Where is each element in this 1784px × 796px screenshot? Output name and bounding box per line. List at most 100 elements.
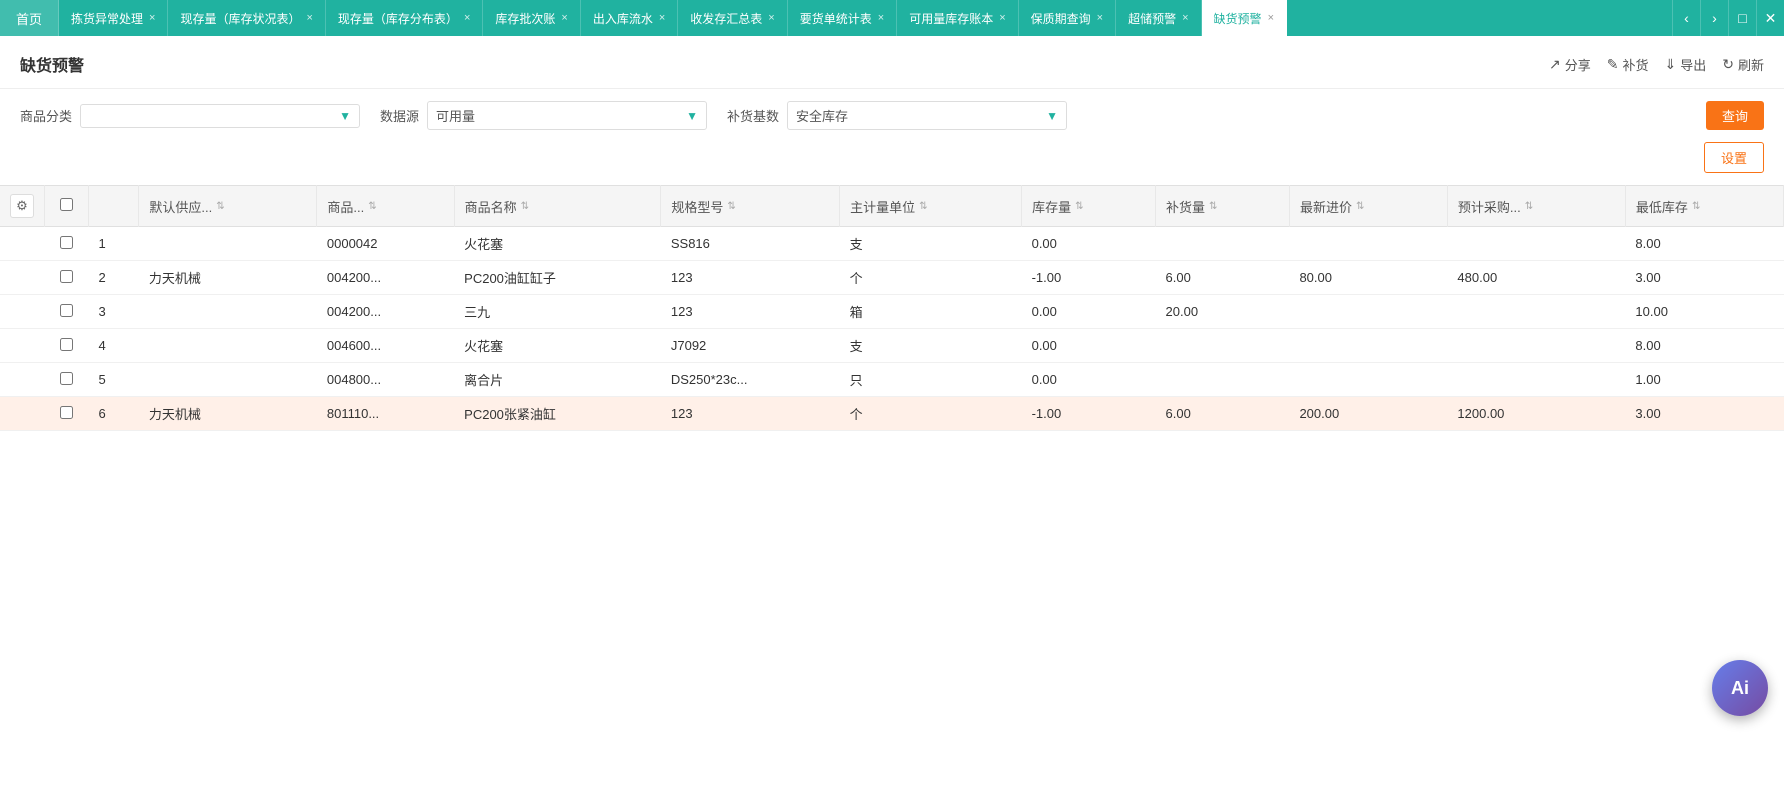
select-all-checkbox[interactable] (60, 198, 73, 211)
th-product-name[interactable]: 商品名称 ⇅ (454, 186, 661, 227)
tab-demand-stats[interactable]: 要货单统计表 × (788, 0, 897, 36)
cell-replenish: 6.00 (1156, 261, 1290, 295)
th-settings[interactable]: ⚙ (0, 186, 45, 227)
tab-receipt-summary[interactable]: 收发存汇总表 × (678, 0, 787, 36)
cell-supplier (139, 295, 317, 329)
th-latest-price[interactable]: 最新进价 ⇅ (1289, 186, 1447, 227)
tab-exception[interactable]: 拣货异常处理 × (59, 0, 168, 36)
cell-name: 火花塞 (454, 329, 661, 363)
cell-rownum: 2 (89, 261, 139, 295)
cell-replenish (1156, 227, 1290, 261)
tab-available-ledger[interactable]: 可用量库存账本 × (897, 0, 1018, 36)
tab-inventory-status-close[interactable]: × (306, 12, 312, 24)
basis-select[interactable]: 安全库存 ▼ (787, 101, 1067, 130)
header-actions: ↗ 分享 ✎ 补货 ⇓ 导出 ↻ 刷新 (1549, 55, 1764, 74)
th-product-code[interactable]: 商品... ⇅ (317, 186, 454, 227)
tab-batch[interactable]: 库存批次账 × (483, 0, 580, 36)
tab-receipt-summary-close[interactable]: × (768, 12, 774, 24)
cell-checkbox[interactable] (45, 329, 89, 363)
tab-batch-close[interactable]: × (561, 12, 567, 24)
table-row: 3004200...三九123箱0.0020.0010.00 (0, 295, 1784, 329)
cell-code: 801110... (317, 397, 454, 431)
cell-settings (0, 295, 45, 329)
row-checkbox[interactable] (60, 236, 73, 249)
cell-name: PC200油缸缸子 (454, 261, 661, 295)
cell-checkbox[interactable] (45, 397, 89, 431)
category-label: 商品分类 (20, 106, 72, 125)
tab-nav-buttons: ‹ › □ ✕ (1672, 0, 1784, 36)
row-checkbox[interactable] (60, 372, 73, 385)
th-inventory[interactable]: 库存量 ⇅ (1022, 186, 1156, 227)
row-checkbox[interactable] (60, 406, 73, 419)
th-replenish-qty[interactable]: 补货量 ⇅ (1156, 186, 1290, 227)
th-unit[interactable]: 主计量单位 ⇅ (840, 186, 1022, 227)
row-checkbox[interactable] (60, 270, 73, 283)
category-select[interactable]: ▼ (80, 104, 360, 128)
row-checkbox[interactable] (60, 304, 73, 317)
tab-restore[interactable]: □ (1728, 0, 1756, 36)
cell-checkbox[interactable] (45, 295, 89, 329)
tab-inventory-status[interactable]: 现存量（库存状况表） × (168, 0, 325, 36)
sort-est-icon: ⇅ (1525, 201, 1533, 212)
tab-inout-flow-close[interactable]: × (659, 12, 665, 24)
table-body: 10000042火花塞SS816支0.008.002力天机械004200...P… (0, 227, 1784, 431)
cell-code: 004200... (317, 261, 454, 295)
cell-checkbox[interactable] (45, 227, 89, 261)
ai-assistant-button[interactable]: Ai (1712, 660, 1768, 716)
cell-est-purchase (1447, 295, 1625, 329)
datasource-select[interactable]: 可用量 ▼ (427, 101, 707, 130)
th-spec[interactable]: 规格型号 ⇅ (661, 186, 840, 227)
cell-unit: 支 (840, 329, 1022, 363)
cell-spec: SS816 (661, 227, 840, 261)
cell-est-purchase (1447, 227, 1625, 261)
tab-shortage-close[interactable]: × (1268, 12, 1274, 24)
th-default-supplier[interactable]: 默认供应... ⇅ (139, 186, 317, 227)
tab-inout-flow[interactable]: 出入库流水 × (581, 0, 678, 36)
share-button[interactable]: ↗ 分享 (1549, 55, 1591, 74)
tab-inventory-dist-close[interactable]: × (464, 12, 470, 24)
th-default-supplier-label: 默认供应... (149, 197, 212, 216)
cell-min-stock: 1.00 (1625, 363, 1783, 397)
tab-expiry-label: 保质期查询 (1031, 10, 1091, 27)
basis-chevron-icon: ▼ (1046, 109, 1058, 123)
page-title: 缺货预警 (20, 52, 1549, 76)
tab-home-label: 首页 (16, 9, 42, 28)
tab-available-ledger-close[interactable]: × (999, 12, 1005, 24)
settings-button[interactable]: 设置 (1704, 142, 1764, 173)
tab-inout-flow-label: 出入库流水 (593, 10, 653, 27)
replenish-button[interactable]: ✎ 补货 (1607, 55, 1649, 74)
query-button[interactable]: 查询 (1706, 101, 1764, 130)
cell-checkbox[interactable] (45, 261, 89, 295)
table-row: 6力天机械801110...PC200张紧油缸123个-1.006.00200.… (0, 397, 1784, 431)
tab-close-all[interactable]: ✕ (1756, 0, 1784, 36)
tab-scroll-right[interactable]: › (1700, 0, 1728, 36)
sort-inventory-icon: ⇅ (1075, 201, 1083, 212)
th-min-stock[interactable]: 最低库存 ⇅ (1625, 186, 1783, 227)
main-content: 缺货预警 ↗ 分享 ✎ 补货 ⇓ 导出 ↻ 刷新 商品分类 (0, 36, 1784, 796)
tab-expiry-close[interactable]: × (1097, 12, 1103, 24)
cell-settings (0, 329, 45, 363)
tab-demand-stats-close[interactable]: × (878, 12, 884, 24)
sort-name-icon: ⇅ (521, 201, 529, 212)
cell-supplier: 力天机械 (139, 261, 317, 295)
tab-expiry[interactable]: 保质期查询 × (1019, 0, 1116, 36)
column-settings-btn[interactable]: ⚙ (10, 194, 34, 218)
cell-unit: 个 (840, 397, 1022, 431)
tab-shortage[interactable]: 缺货预警 × (1202, 0, 1287, 36)
tab-exception-close[interactable]: × (149, 12, 155, 24)
tab-overstock[interactable]: 超储预警 × (1116, 0, 1201, 36)
tab-inventory-dist[interactable]: 现存量（库存分布表） × (326, 0, 483, 36)
tab-home[interactable]: 首页 (0, 0, 59, 36)
tab-overstock-label: 超储预警 (1128, 10, 1176, 27)
export-button[interactable]: ⇓ 导出 (1665, 55, 1707, 74)
tab-scroll-left[interactable]: ‹ (1672, 0, 1700, 36)
tab-bar: 首页 拣货异常处理 × 现存量（库存状况表） × 现存量（库存分布表） × 库存… (0, 0, 1784, 36)
tab-overstock-close[interactable]: × (1182, 12, 1188, 24)
refresh-button[interactable]: ↻ 刷新 (1722, 55, 1764, 74)
cell-price (1289, 329, 1447, 363)
th-est-purchase[interactable]: 预计采购... ⇅ (1447, 186, 1625, 227)
cell-est-purchase: 1200.00 (1447, 397, 1625, 431)
cell-checkbox[interactable] (45, 363, 89, 397)
th-checkbox[interactable] (45, 186, 89, 227)
row-checkbox[interactable] (60, 338, 73, 351)
